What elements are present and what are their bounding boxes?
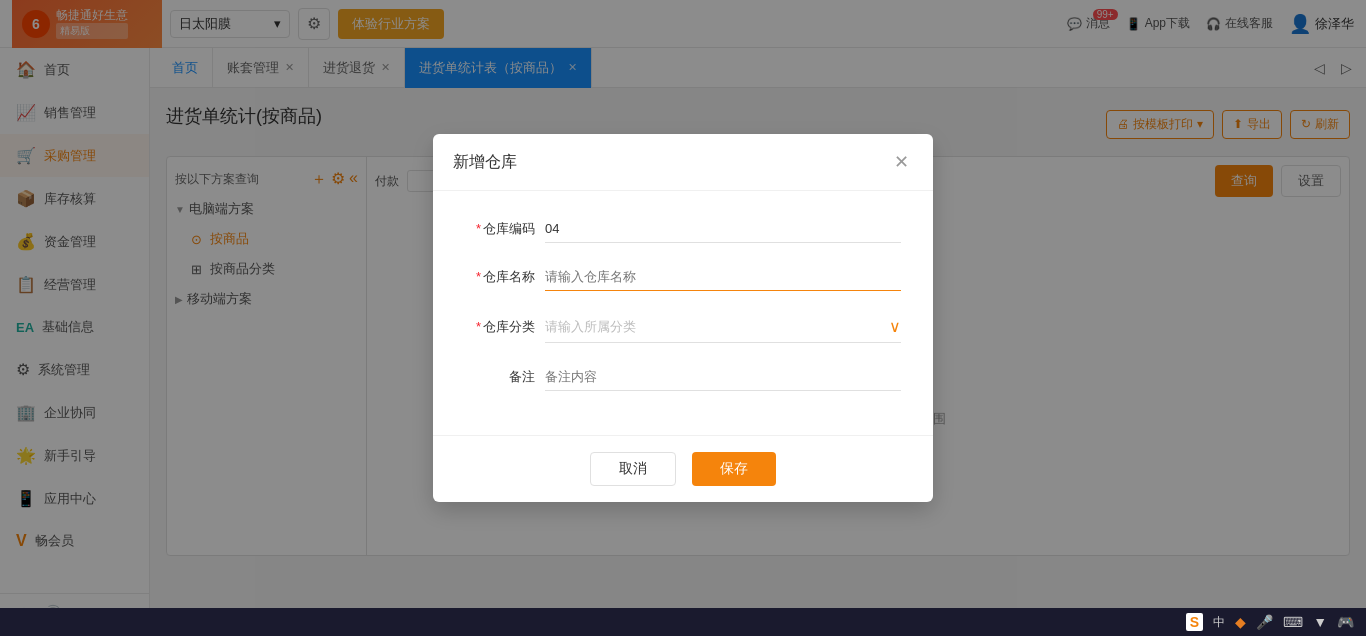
category-dropdown-icon: ∨ bbox=[889, 317, 901, 336]
modal-footer: 取消 保存 bbox=[433, 435, 933, 502]
statusbar-dot: ◆ bbox=[1235, 614, 1246, 630]
form-row-category: *仓库分类 请输入所属分类 ∨ bbox=[465, 311, 901, 343]
warehouse-code-input[interactable] bbox=[545, 215, 901, 243]
form-row-code: *仓库编码 bbox=[465, 215, 901, 243]
modal-title: 新增仓库 bbox=[453, 152, 517, 173]
status-bar: S 中 ◆ 🎤 ⌨ ▼ 🎮 bbox=[0, 608, 1366, 636]
statusbar-game-icon[interactable]: 🎮 bbox=[1337, 614, 1354, 630]
modal-new-warehouse: 新增仓库 ✕ *仓库编码 *仓库名称 *仓库分类 bbox=[433, 134, 933, 502]
notes-input[interactable] bbox=[545, 363, 901, 391]
save-button[interactable]: 保存 bbox=[692, 452, 776, 486]
notes-label: 备注 bbox=[465, 368, 545, 386]
warehouse-category-select[interactable]: 请输入所属分类 ∨ bbox=[545, 311, 901, 343]
warehouse-name-input[interactable] bbox=[545, 263, 901, 291]
statusbar-keyboard-icon[interactable]: ⌨ bbox=[1283, 614, 1303, 630]
modal-header: 新增仓库 ✕ bbox=[433, 134, 933, 191]
form-row-name: *仓库名称 bbox=[465, 263, 901, 291]
warehouse-code-label: *仓库编码 bbox=[465, 220, 545, 238]
statusbar-settings-icon[interactable]: ▼ bbox=[1313, 614, 1327, 630]
form-row-notes: 备注 bbox=[465, 363, 901, 391]
warehouse-category-placeholder: 请输入所属分类 bbox=[545, 318, 636, 336]
modal-overlay[interactable]: 新增仓库 ✕ *仓库编码 *仓库名称 *仓库分类 bbox=[0, 0, 1366, 636]
statusbar-logo: S bbox=[1186, 613, 1203, 631]
modal-close-button[interactable]: ✕ bbox=[889, 150, 913, 174]
warehouse-name-label: *仓库名称 bbox=[465, 268, 545, 286]
cancel-button[interactable]: 取消 bbox=[590, 452, 676, 486]
modal-body: *仓库编码 *仓库名称 *仓库分类 请输入所属分类 ∨ bbox=[433, 191, 933, 435]
statusbar-mic-icon[interactable]: 🎤 bbox=[1256, 614, 1273, 630]
warehouse-category-label: *仓库分类 bbox=[465, 318, 545, 336]
statusbar-zh[interactable]: 中 bbox=[1213, 614, 1225, 631]
